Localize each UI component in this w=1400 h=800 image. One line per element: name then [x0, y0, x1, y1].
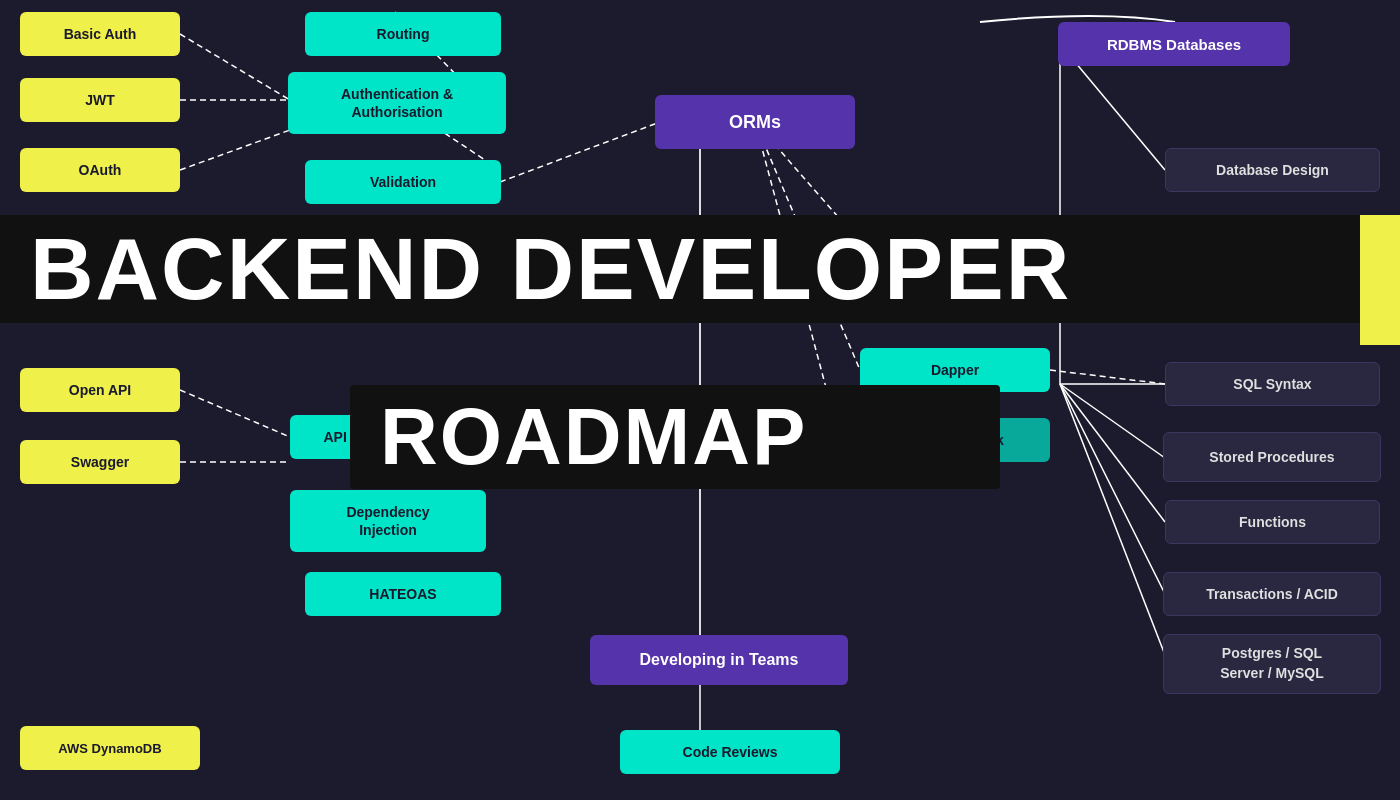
node-postgres[interactable]: Postgres / SQLServer / MySQL — [1163, 634, 1381, 694]
main-title-banner: BACKEND DEVELOPER — [0, 215, 1360, 323]
node-auth-auth[interactable]: Authentication &Authorisation — [288, 72, 506, 134]
node-code-reviews[interactable]: Code Reviews — [620, 730, 840, 774]
svg-line-2 — [180, 130, 290, 170]
node-db-design[interactable]: Database Design — [1165, 148, 1380, 192]
svg-line-20 — [1050, 370, 1165, 384]
node-routing[interactable]: Routing — [305, 12, 501, 56]
node-aws-dynamo[interactable]: AWS DynamoDB — [20, 726, 200, 770]
node-validation[interactable]: Validation — [305, 160, 501, 204]
node-rdbms[interactable]: RDBMS Databases — [1058, 22, 1290, 66]
node-hateoas[interactable]: HATEOAS — [305, 572, 501, 616]
svg-line-14 — [1060, 384, 1165, 594]
node-jwt[interactable]: JWT — [20, 78, 180, 122]
svg-line-0 — [180, 34, 290, 100]
svg-line-12 — [1060, 384, 1165, 458]
node-oauth[interactable]: OAuth — [20, 148, 180, 192]
node-dep-injection[interactable]: DependencyInjection — [290, 490, 486, 552]
svg-line-5 — [500, 122, 660, 182]
node-orms[interactable]: ORMs — [655, 95, 855, 149]
svg-line-15 — [1060, 384, 1165, 655]
node-sql-syntax[interactable]: SQL Syntax — [1165, 362, 1380, 406]
main-canvas: BACKEND DEVELOPER ROADMAP Basic Auth JWT… — [0, 0, 1400, 800]
node-dev-teams[interactable]: Developing in Teams — [590, 635, 848, 685]
node-transactions[interactable]: Transactions / ACID — [1163, 572, 1381, 616]
node-swagger[interactable]: Swagger — [20, 440, 180, 484]
roadmap-banner: ROADMAP — [350, 385, 1000, 489]
node-open-api[interactable]: Open API — [20, 368, 180, 412]
node-stored-procs[interactable]: Stored Procedures — [1163, 432, 1381, 482]
node-functions[interactable]: Functions — [1165, 500, 1380, 544]
roadmap-title-text: ROADMAP — [380, 392, 807, 481]
svg-line-16 — [180, 390, 290, 437]
svg-line-13 — [1060, 384, 1165, 522]
main-title-text: BACKEND DEVELOPER — [30, 219, 1071, 318]
yellow-accent-bar — [1360, 215, 1400, 345]
node-basic-auth[interactable]: Basic Auth — [20, 12, 180, 56]
